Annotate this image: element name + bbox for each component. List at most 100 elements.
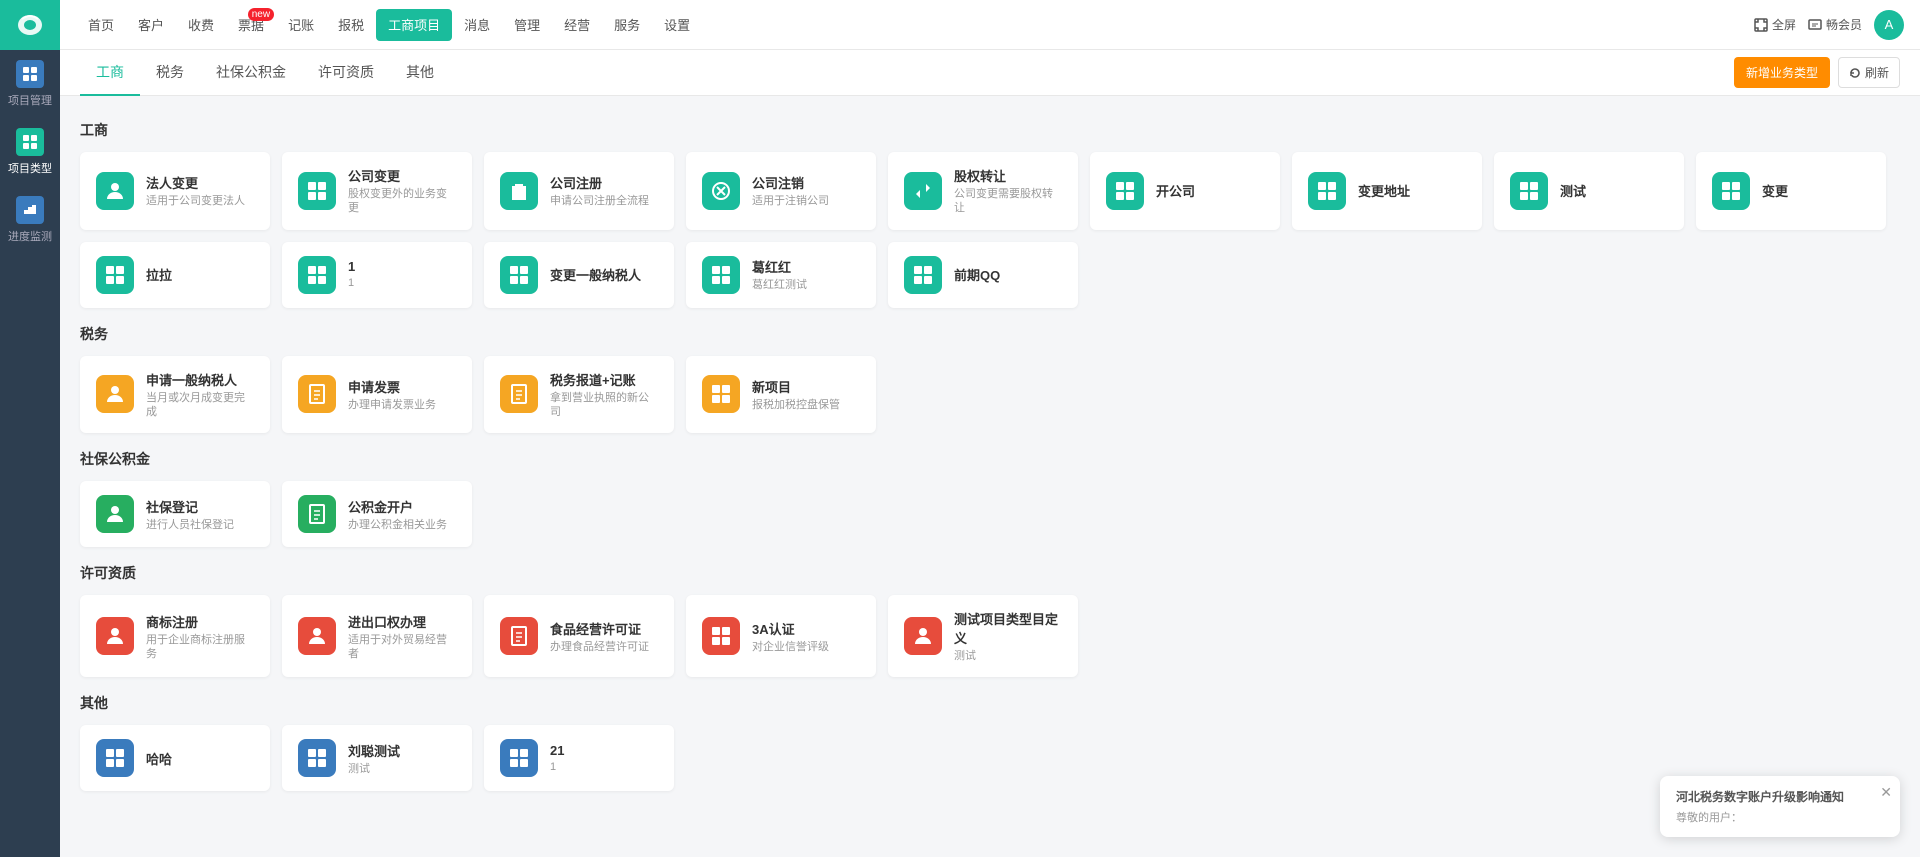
grid-icon — [904, 256, 942, 294]
card-title: 变更一般纳税人 — [550, 265, 641, 284]
card-desc: 用于企业商标注册服务 — [146, 633, 254, 662]
grid-icon — [1106, 172, 1144, 210]
sidebar: 项目管理 项目类型 进度监测 — [0, 0, 60, 857]
card-1-2[interactable]: 税务报道+记账拿到营业执照的新公司 — [484, 356, 674, 434]
card-1-3[interactable]: 新项目报税加税控盘保管 — [686, 356, 876, 434]
card-text-8: 变更 — [1762, 181, 1788, 200]
card-title: 3A认证 — [752, 619, 829, 638]
card-3-3[interactable]: 3A认证对企业信誉评级 — [686, 595, 876, 677]
card-grid-2: 社保登记进行人员社保登记公积金开户办理公积金相关业务 — [80, 481, 1900, 547]
card-3-2[interactable]: 食品经营许可证办理食品经营许可证 — [484, 595, 674, 677]
card-0-5[interactable]: 开公司 — [1090, 152, 1280, 230]
card-3-0[interactable]: 商标注册用于企业商标注册服务 — [80, 595, 270, 677]
member-label: 畅会员 — [1826, 16, 1862, 33]
card-text-0: 申请一般纳税人当月或次月成变更完成 — [146, 370, 254, 420]
card-desc: 办理食品经营许可证 — [550, 640, 649, 654]
card-3-1[interactable]: 进出口权办理适用于对外贸易经营者 — [282, 595, 472, 677]
card-4-1[interactable]: 刘聪测试测试 — [282, 725, 472, 791]
card-0-10[interactable]: 11 — [282, 242, 472, 308]
card-0-1[interactable]: 公司变更股权变更外的业务变更 — [282, 152, 472, 230]
grid-icon — [298, 739, 336, 777]
card-0-2[interactable]: 公司注册申请公司注册全流程 — [484, 152, 674, 230]
notification-close[interactable]: ✕ — [1880, 784, 1892, 801]
card-desc: 报税加税控盘保管 — [752, 398, 840, 412]
card-desc: 办理公积金相关业务 — [348, 518, 447, 532]
nav-operate[interactable]: 经营 — [552, 0, 602, 50]
nav-industrial[interactable]: 工商项目 — [376, 9, 452, 41]
nav-customer[interactable]: 客户 — [126, 0, 176, 50]
add-type-button[interactable]: 新增业务类型 — [1734, 57, 1830, 88]
tab-tax[interactable]: 税务 — [140, 50, 200, 96]
member-btn[interactable]: 畅会员 — [1808, 16, 1862, 33]
card-grid-1: 申请一般纳税人当月或次月成变更完成申请发票办理申请发票业务税务报道+记账拿到营业… — [80, 356, 1900, 434]
tab-industrial[interactable]: 工商 — [80, 50, 140, 96]
sidebar-item-label: 项目类型 — [8, 160, 52, 176]
tab-other[interactable]: 其他 — [390, 50, 450, 96]
card-0-8[interactable]: 变更 — [1696, 152, 1886, 230]
grid-icon — [500, 256, 538, 294]
card-desc: 1 — [550, 760, 564, 774]
grid-icon — [702, 375, 740, 413]
nav-service[interactable]: 服务 — [602, 0, 652, 50]
sidebar-item-label: 进度监测 — [8, 228, 52, 244]
sidebar-item-project-mgmt[interactable]: 项目管理 — [0, 50, 60, 118]
card-text-4: 股权转让公司变更需要股权转让 — [954, 166, 1062, 216]
fullscreen-btn[interactable]: 全屏 — [1754, 16, 1796, 33]
tab-actions: 新增业务类型 刷新 — [1734, 57, 1900, 88]
card-3-4[interactable]: 测试项目类型目定义测试 — [888, 595, 1078, 677]
card-text-6: 变更地址 — [1358, 181, 1410, 200]
card-text-10: 11 — [348, 259, 355, 290]
card-4-0[interactable]: 哈哈 — [80, 725, 270, 791]
card-title: 公司变更 — [348, 166, 456, 185]
tab-social[interactable]: 社保公积金 — [200, 50, 302, 96]
card-text-0: 商标注册用于企业商标注册服务 — [146, 612, 254, 662]
card-text-13: 前期QQ — [954, 265, 1000, 284]
card-text-0: 哈哈 — [146, 749, 172, 768]
tab-permit[interactable]: 许可资质 — [302, 50, 390, 96]
nav-payment[interactable]: 收费 — [176, 0, 226, 50]
new-badge: new — [248, 8, 274, 21]
card-2-1[interactable]: 公积金开户办理公积金相关业务 — [282, 481, 472, 547]
building-icon — [500, 172, 538, 210]
card-desc: 办理申请发票业务 — [348, 398, 436, 412]
card-1-0[interactable]: 申请一般纳税人当月或次月成变更完成 — [80, 356, 270, 434]
card-0-9[interactable]: 拉拉 — [80, 242, 270, 308]
progress-icon — [16, 196, 44, 224]
card-0-7[interactable]: 测试 — [1494, 152, 1684, 230]
nav-message[interactable]: 消息 — [452, 0, 502, 50]
nav-tax[interactable]: 报税 — [326, 0, 376, 50]
avatar[interactable]: A — [1874, 10, 1904, 40]
topnav: 首页 客户 收费 票据 new 记账 报税 工商项目 消息 管理 经营 服务 设… — [60, 0, 1920, 50]
card-title: 股权转让 — [954, 166, 1062, 185]
card-grid-3: 商标注册用于企业商标注册服务进出口权办理适用于对外贸易经营者 食品经营许可证办理食… — [80, 595, 1900, 677]
sidebar-item-project-type[interactable]: 项目类型 — [0, 118, 60, 186]
card-text-7: 测试 — [1560, 181, 1586, 200]
nav-home[interactable]: 首页 — [76, 0, 126, 50]
card-text-2: 食品经营许可证办理食品经营许可证 — [550, 619, 649, 654]
card-text-2: 公司注册申请公司注册全流程 — [550, 173, 649, 208]
notification-subtext: 尊敬的用户： — [1676, 809, 1884, 825]
card-1-1[interactable]: 申请发票办理申请发票业务 — [282, 356, 472, 434]
card-text-1: 刘聪测试测试 — [348, 741, 400, 776]
card-title: 21 — [550, 743, 564, 758]
card-0-0[interactable]: 法人变更适用于公司变更法人 — [80, 152, 270, 230]
card-0-4[interactable]: 股权转让公司变更需要股权转让 — [888, 152, 1078, 230]
card-0-13[interactable]: 前期QQ — [888, 242, 1078, 308]
card-desc: 当月或次月成变更完成 — [146, 391, 254, 420]
card-4-2[interactable]: 211 — [484, 725, 674, 791]
avatar-text: A — [1885, 17, 1894, 32]
refresh-button[interactable]: 刷新 — [1838, 57, 1900, 88]
card-title: 进出口权办理 — [348, 612, 456, 631]
card-title: 刘聪测试 — [348, 741, 400, 760]
card-0-11[interactable]: 变更一般纳税人 — [484, 242, 674, 308]
doc-icon — [298, 495, 336, 533]
sidebar-item-progress[interactable]: 进度监测 — [0, 186, 60, 254]
card-0-6[interactable]: 变更地址 — [1292, 152, 1482, 230]
card-0-12[interactable]: 葛红红葛红红测试 — [686, 242, 876, 308]
nav-manage[interactable]: 管理 — [502, 0, 552, 50]
nav-settings[interactable]: 设置 — [652, 0, 702, 50]
card-0-3[interactable]: 公司注销适用于注销公司 — [686, 152, 876, 230]
nav-bookkeeping[interactable]: 记账 — [276, 0, 326, 50]
card-2-0[interactable]: 社保登记进行人员社保登记 — [80, 481, 270, 547]
nav-ticket[interactable]: 票据 new — [226, 0, 276, 50]
